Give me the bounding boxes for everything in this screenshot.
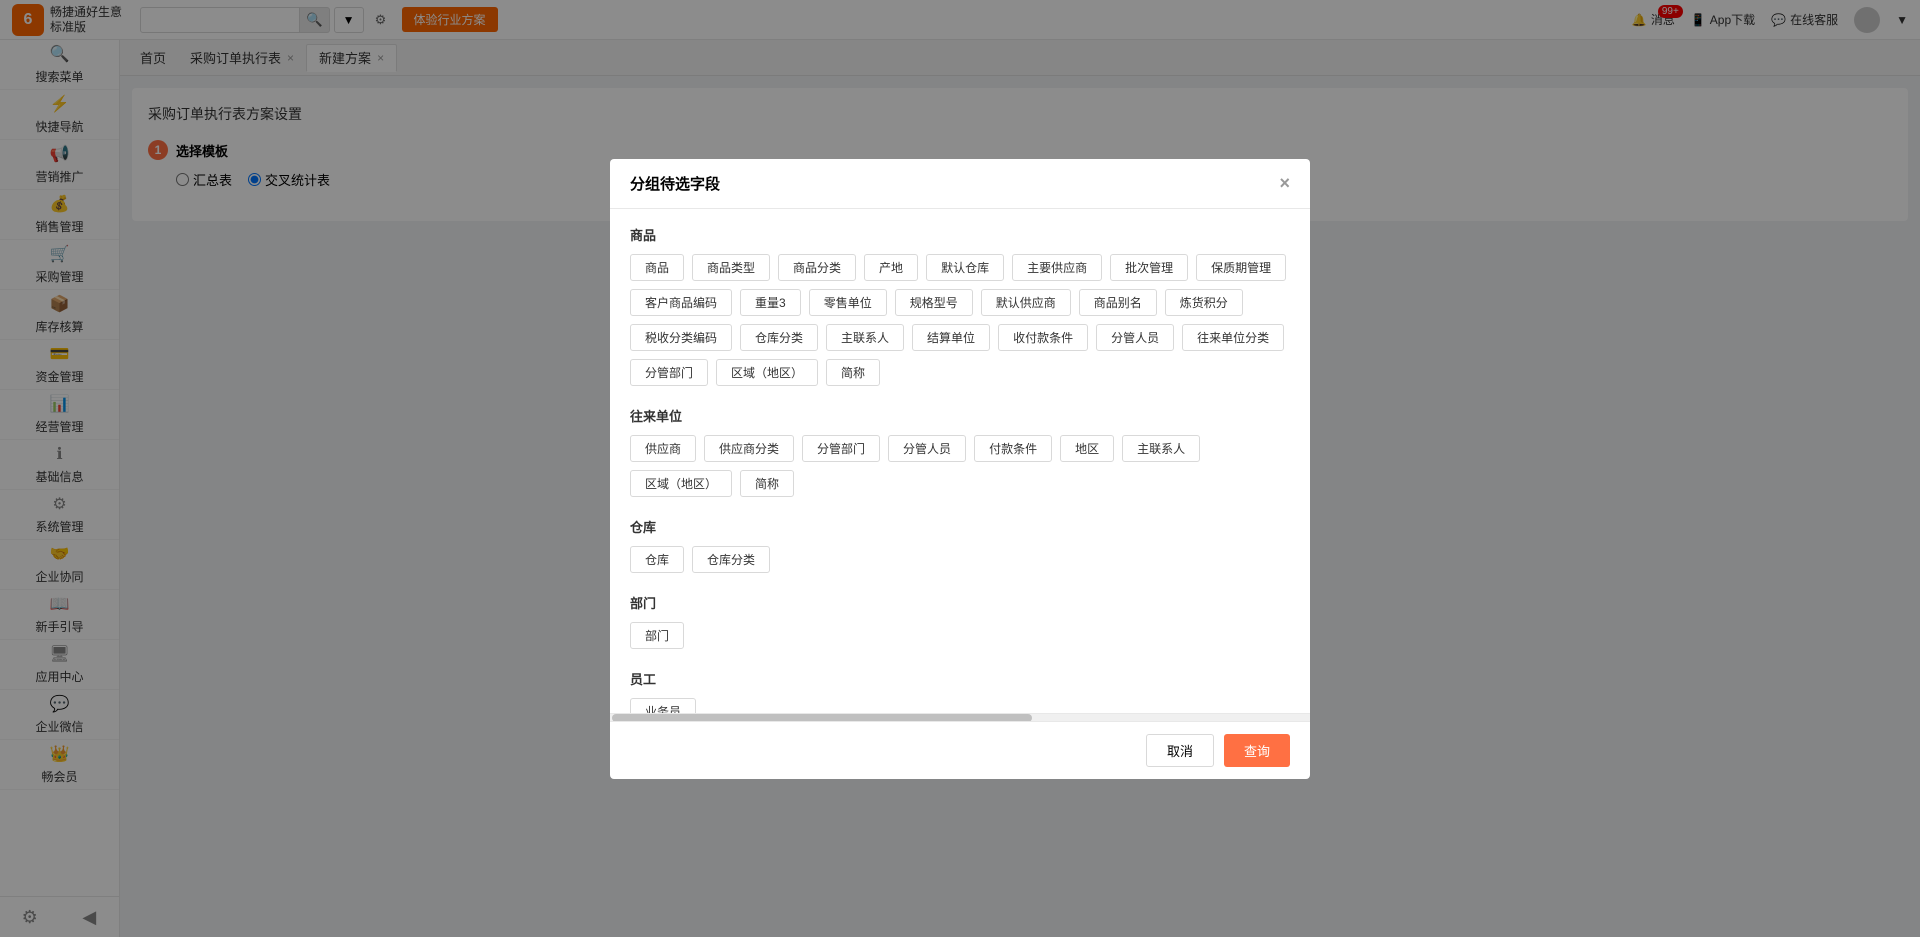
section-employee-title: 员工 [630,669,1290,688]
section-department: 部门 部门 [630,593,1290,649]
field-tag[interactable]: 付款条件 [974,435,1052,462]
section-product-title: 商品 [630,225,1290,244]
field-tag[interactable]: 主联系人 [826,324,904,351]
field-tag[interactable]: 重量3 [740,289,801,316]
section-product: 商品 商品 商品类型 商品分类 产地 默认仓库 主要供应商 批次管理 保质期管理… [630,225,1290,386]
field-tag[interactable]: 炼货积分 [1165,289,1243,316]
field-tag[interactable]: 供应商 [630,435,696,462]
field-tag[interactable]: 分管人员 [888,435,966,462]
modal-body: 商品 商品 商品类型 商品分类 产地 默认仓库 主要供应商 批次管理 保质期管理… [610,209,1310,713]
field-tag[interactable]: 仓库分类 [740,324,818,351]
field-tag[interactable]: 商品别名 [1079,289,1157,316]
modal-close-button[interactable]: × [1279,174,1290,192]
field-tag[interactable]: 商品 [630,254,684,281]
field-tag[interactable]: 税收分类编码 [630,324,732,351]
field-tag[interactable]: 商品分类 [778,254,856,281]
field-tag[interactable]: 往来单位分类 [1182,324,1284,351]
field-tag[interactable]: 产地 [864,254,918,281]
field-tag[interactable]: 主联系人 [1122,435,1200,462]
field-tag[interactable]: 分管部门 [630,359,708,386]
field-tag[interactable]: 地区 [1060,435,1114,462]
modal-title: 分组待选字段 [630,173,720,194]
field-tag[interactable]: 客户商品编码 [630,289,732,316]
confirm-button[interactable]: 查询 [1224,734,1290,767]
section-department-fields: 部门 [630,622,1290,649]
section-employee: 员工 业务员 [630,669,1290,713]
field-tag[interactable]: 规格型号 [895,289,973,316]
section-warehouse-title: 仓库 [630,517,1290,536]
field-tag[interactable]: 区域（地区） [716,359,818,386]
field-tag[interactable]: 批次管理 [1110,254,1188,281]
section-partner: 往来单位 供应商 供应商分类 分管部门 分管人员 付款条件 地区 主联系人 区域… [630,406,1290,497]
section-warehouse-fields: 仓库 仓库分类 [630,546,1290,573]
field-tag[interactable]: 仓库分类 [692,546,770,573]
field-tag[interactable]: 商品类型 [692,254,770,281]
field-tag[interactable]: 部门 [630,622,684,649]
field-tag[interactable]: 保质期管理 [1196,254,1286,281]
field-tag[interactable]: 区域（地区） [630,470,732,497]
field-tag[interactable]: 默认仓库 [926,254,1004,281]
field-tag[interactable]: 仓库 [630,546,684,573]
field-tag[interactable]: 零售单位 [809,289,887,316]
cancel-button[interactable]: 取消 [1146,734,1214,767]
section-partner-title: 往来单位 [630,406,1290,425]
field-tag[interactable]: 收付款条件 [998,324,1088,351]
section-warehouse: 仓库 仓库 仓库分类 [630,517,1290,573]
field-tag[interactable]: 业务员 [630,698,696,713]
section-department-title: 部门 [630,593,1290,612]
field-tag[interactable]: 默认供应商 [981,289,1071,316]
section-partner-fields: 供应商 供应商分类 分管部门 分管人员 付款条件 地区 主联系人 区域（地区） … [630,435,1290,497]
field-select-modal: 分组待选字段 × 商品 商品 商品类型 商品分类 产地 默认仓库 主要供应商 批… [610,159,1310,779]
section-product-fields: 商品 商品类型 商品分类 产地 默认仓库 主要供应商 批次管理 保质期管理 客户… [630,254,1290,386]
field-tag[interactable]: 简称 [740,470,794,497]
modal-scrollbar-x [610,713,1310,721]
modal-overlay: 分组待选字段 × 商品 商品 商品类型 商品分类 产地 默认仓库 主要供应商 批… [0,0,1920,937]
field-tag[interactable]: 分管人员 [1096,324,1174,351]
field-tag[interactable]: 主要供应商 [1012,254,1102,281]
section-employee-fields: 业务员 [630,698,1290,713]
field-tag[interactable]: 结算单位 [912,324,990,351]
field-tag[interactable]: 供应商分类 [704,435,794,462]
modal-footer: 取消 查询 [610,721,1310,779]
field-tag[interactable]: 分管部门 [802,435,880,462]
modal-header: 分组待选字段 × [610,159,1310,209]
field-tag[interactable]: 简称 [826,359,880,386]
